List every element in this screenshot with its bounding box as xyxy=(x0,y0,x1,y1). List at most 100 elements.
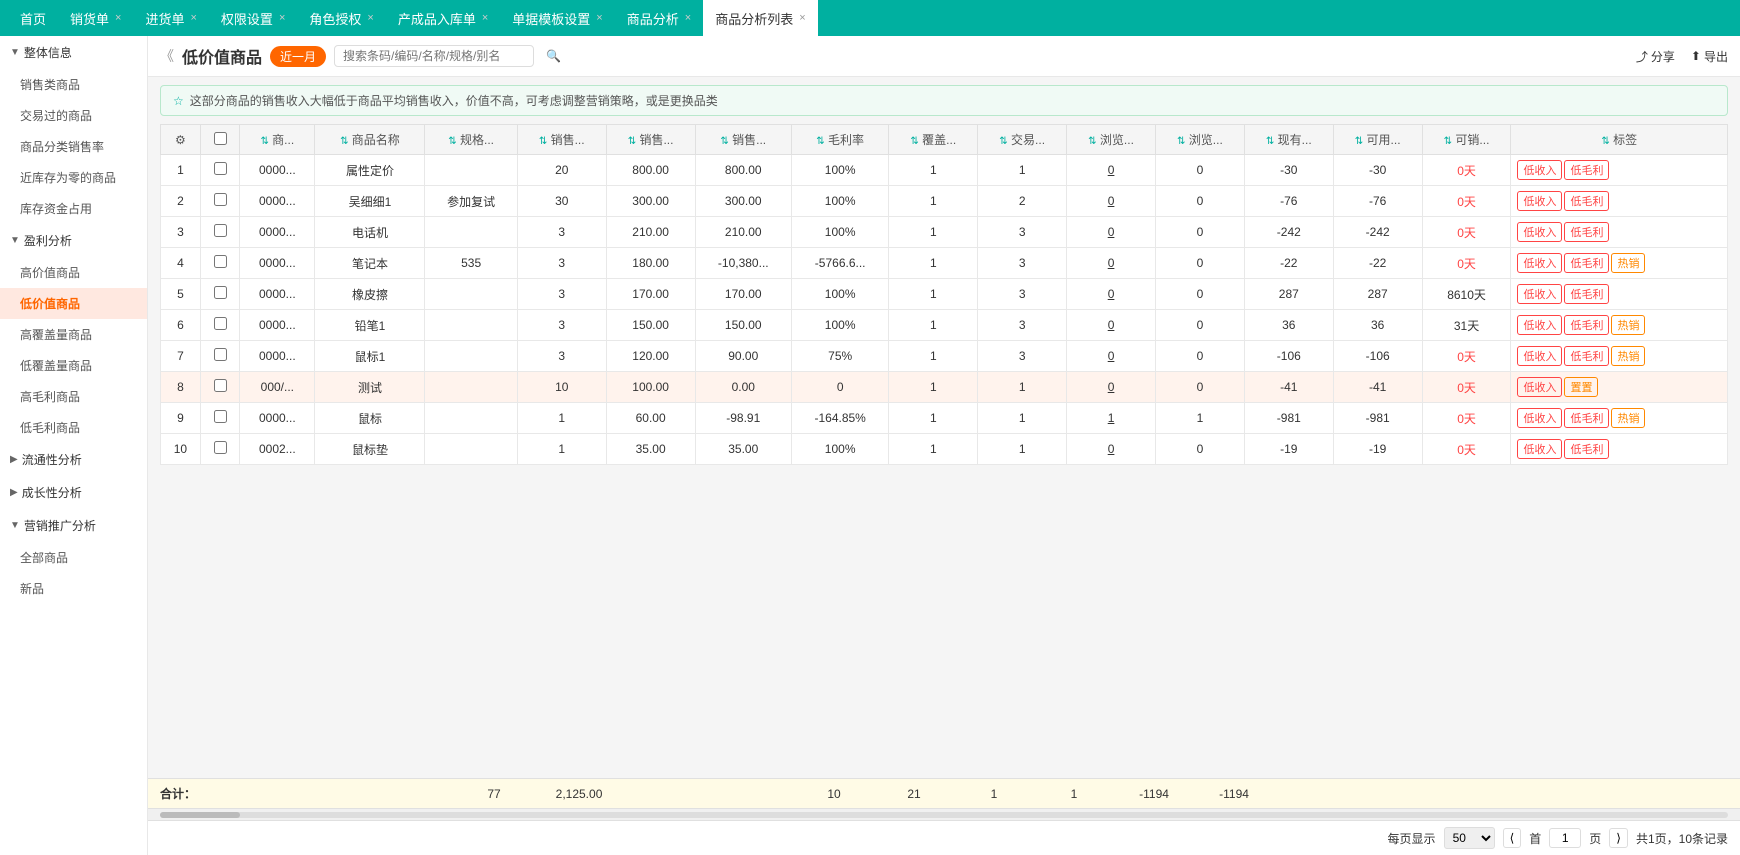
nav-sales[interactable]: 销货单 × xyxy=(58,0,133,36)
nav-warehouse[interactable]: 产成品入库单 × xyxy=(386,0,500,36)
cell-checkbox[interactable] xyxy=(200,403,239,434)
search-icon[interactable]: 🔍 xyxy=(546,49,561,63)
view1-link[interactable]: 0 xyxy=(1108,256,1115,270)
cell-checkbox[interactable] xyxy=(200,310,239,341)
cell-checkbox[interactable] xyxy=(200,155,239,186)
row-checkbox[interactable] xyxy=(214,410,227,423)
nav-goods-analysis[interactable]: 商品分析 × xyxy=(615,0,703,36)
nav-permissions[interactable]: 权限设置 × xyxy=(209,0,297,36)
cell-checkbox[interactable] xyxy=(200,341,239,372)
close-icon[interactable]: × xyxy=(115,12,121,24)
row-checkbox[interactable] xyxy=(214,255,227,268)
row-checkbox[interactable] xyxy=(214,348,227,361)
col-available[interactable]: ⇅ 可用... xyxy=(1333,125,1422,155)
col-sale-amt[interactable]: ⇅ 销售... xyxy=(606,125,695,155)
close-icon[interactable]: × xyxy=(685,12,691,24)
col-saleable[interactable]: ⇅ 可销... xyxy=(1422,125,1511,155)
cell-checkbox[interactable] xyxy=(200,186,239,217)
nav-goods-analysis-list[interactable]: 商品分析列表 × xyxy=(703,0,817,36)
row-checkbox[interactable] xyxy=(214,317,227,330)
col-sale-qty[interactable]: ⇅ 销售... xyxy=(517,125,606,155)
sidebar-item-high-margin[interactable]: 高毛利商品 xyxy=(0,381,147,412)
row-checkbox[interactable] xyxy=(214,379,227,392)
close-icon[interactable]: × xyxy=(190,12,196,24)
row-checkbox[interactable] xyxy=(214,224,227,237)
first-page-button[interactable]: ⟨ xyxy=(1503,828,1522,848)
cell-checkbox[interactable] xyxy=(200,248,239,279)
sidebar-item-all-goods[interactable]: 全部商品 xyxy=(0,542,147,573)
nav-template[interactable]: 单据模板设置 × xyxy=(500,0,614,36)
sidebar-item-new-goods[interactable]: 新品 xyxy=(0,573,147,604)
sidebar-item-high-coverage[interactable]: 高覆盖量商品 xyxy=(0,319,147,350)
filter-period-button[interactable]: 近一月 xyxy=(270,46,326,67)
row-checkbox[interactable] xyxy=(214,441,227,454)
col-code[interactable]: ⇅ 商... xyxy=(240,125,315,155)
col-name[interactable]: ⇅ 商品名称 xyxy=(315,125,425,155)
close-icon[interactable]: × xyxy=(279,12,285,24)
cell-checkbox[interactable] xyxy=(200,372,239,403)
col-spec[interactable]: ⇅ 规格... xyxy=(425,125,517,155)
view1-link[interactable]: 1 xyxy=(1108,411,1115,425)
view1-link[interactable]: 0 xyxy=(1108,287,1115,301)
nav-role-auth[interactable]: 角色授权 × xyxy=(297,0,385,36)
view1-link[interactable]: 0 xyxy=(1108,442,1115,456)
cell-view1[interactable]: 0 xyxy=(1067,248,1156,279)
view1-link[interactable]: 0 xyxy=(1108,318,1115,332)
col-margin[interactable]: ⇅ 毛利率 xyxy=(791,125,888,155)
close-icon[interactable]: × xyxy=(596,12,602,24)
sidebar-item-stock-capital[interactable]: 库存资金占用 xyxy=(0,193,147,224)
sidebar-section-overall[interactable]: ▼ 整体信息 xyxy=(0,36,147,69)
export-button[interactable]: ⬆ 导出 xyxy=(1691,48,1728,65)
cell-view1[interactable]: 0 xyxy=(1067,341,1156,372)
sidebar-item-low-margin[interactable]: 低毛利商品 xyxy=(0,412,147,443)
cell-checkbox[interactable] xyxy=(200,217,239,248)
col-coverage[interactable]: ⇅ 覆盖... xyxy=(889,125,978,155)
row-checkbox[interactable] xyxy=(214,193,227,206)
cell-view1[interactable]: 0 xyxy=(1067,434,1156,465)
close-icon[interactable]: × xyxy=(482,12,488,24)
col-sale-price[interactable]: ⇅ 销售... xyxy=(695,125,791,155)
view1-link[interactable]: 0 xyxy=(1108,163,1115,177)
cell-view1[interactable]: 0 xyxy=(1067,217,1156,248)
cell-view1[interactable]: 0 xyxy=(1067,310,1156,341)
nav-purchase[interactable]: 进货单 × xyxy=(133,0,208,36)
col-view1[interactable]: ⇅ 浏览... xyxy=(1067,125,1156,155)
per-page-select[interactable]: 50 100 200 xyxy=(1444,827,1495,849)
col-trade[interactable]: ⇅ 交易... xyxy=(978,125,1067,155)
sidebar-item-sales-goods[interactable]: 销售类商品 xyxy=(0,69,147,100)
sidebar-section-marketing[interactable]: ▼ 营销推广分析 xyxy=(0,509,147,542)
next-page-button[interactable]: ⟩ xyxy=(1609,828,1628,848)
view1-link[interactable]: 0 xyxy=(1108,194,1115,208)
cell-view1[interactable]: 0 xyxy=(1067,279,1156,310)
sidebar-section-profit[interactable]: ▼ 盈利分析 xyxy=(0,224,147,257)
sidebar-item-low-coverage[interactable]: 低覆盖量商品 xyxy=(0,350,147,381)
cell-view1[interactable]: 1 xyxy=(1067,403,1156,434)
page-number-input[interactable] xyxy=(1549,828,1581,848)
sidebar-item-high-value[interactable]: 高价值商品 xyxy=(0,257,147,288)
col-current[interactable]: ⇅ 现有... xyxy=(1244,125,1333,155)
share-button[interactable]: ⤴ 分享 xyxy=(1636,48,1675,65)
sidebar-section-growth[interactable]: ▶ 成长性分析 xyxy=(0,476,147,509)
cell-view1[interactable]: 0 xyxy=(1067,372,1156,403)
close-icon[interactable]: × xyxy=(799,12,805,24)
col-checkbox[interactable] xyxy=(200,125,239,155)
col-tag[interactable]: ⇅ 标签 xyxy=(1511,125,1728,155)
close-icon[interactable]: × xyxy=(367,12,373,24)
search-input[interactable] xyxy=(334,45,534,67)
sidebar-section-liquidity[interactable]: ▶ 流通性分析 xyxy=(0,443,147,476)
cell-checkbox[interactable] xyxy=(200,279,239,310)
scroll-thumb[interactable] xyxy=(160,812,240,818)
cell-view1[interactable]: 0 xyxy=(1067,155,1156,186)
view1-link[interactable]: 0 xyxy=(1108,380,1115,394)
cell-view1[interactable]: 0 xyxy=(1067,186,1156,217)
collapse-sidebar-button[interactable]: 《 xyxy=(160,46,174,66)
row-checkbox[interactable] xyxy=(214,286,227,299)
cell-checkbox[interactable] xyxy=(200,434,239,465)
view1-link[interactable]: 0 xyxy=(1108,225,1115,239)
view1-link[interactable]: 0 xyxy=(1108,349,1115,363)
row-checkbox[interactable] xyxy=(214,162,227,175)
sidebar-item-traded-goods[interactable]: 交易过的商品 xyxy=(0,100,147,131)
sidebar-item-near-zero[interactable]: 近库存为零的商品 xyxy=(0,162,147,193)
col-view2[interactable]: ⇅ 浏览... xyxy=(1155,125,1244,155)
col-settings[interactable]: ⚙ xyxy=(161,125,201,155)
